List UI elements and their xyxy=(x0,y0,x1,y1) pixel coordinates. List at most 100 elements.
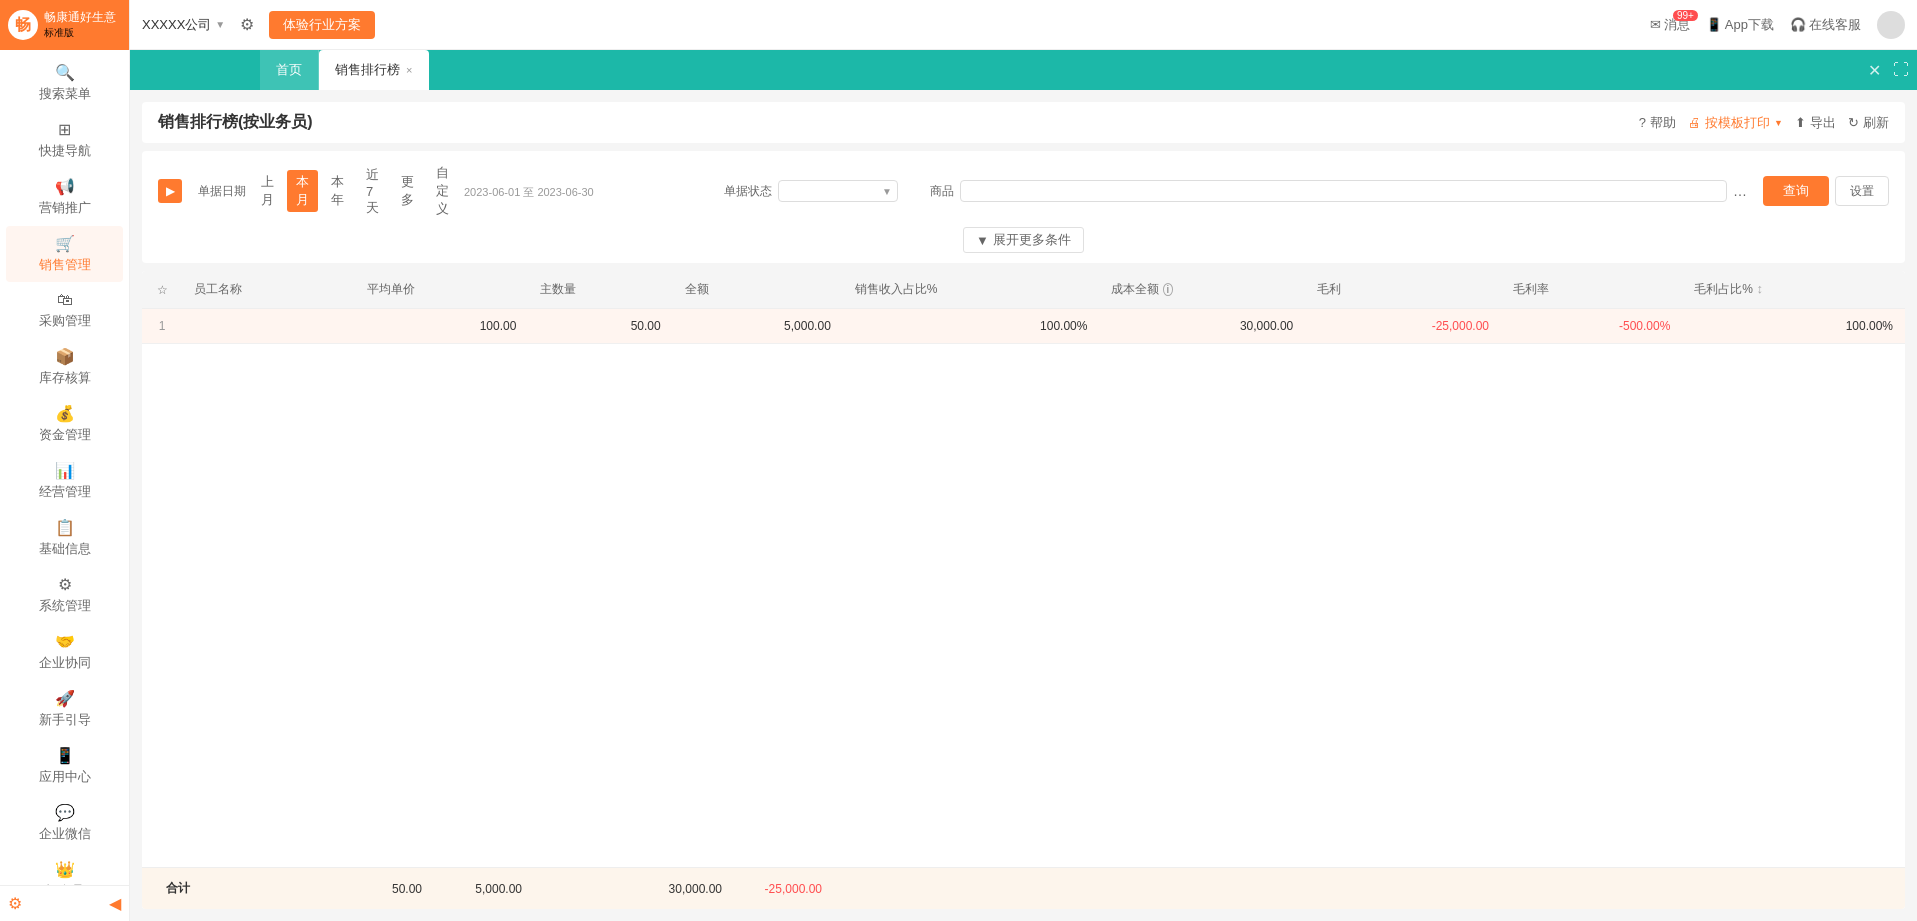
template-print-label: 按模板打印 xyxy=(1705,114,1770,132)
footer-row: 合计 50.00 5,000.00 30,000.00 -25,000.00 xyxy=(154,876,1893,901)
sidebar-item-inventory-label: 库存核算 xyxy=(39,369,91,387)
date-tab-prev[interactable]: 上月 xyxy=(252,170,283,212)
search-btn[interactable]: 查询 xyxy=(1763,176,1829,206)
gross-pct-sort-icon[interactable]: ↕ xyxy=(1756,281,1763,296)
settings-btn[interactable]: 设置 xyxy=(1835,176,1889,206)
table-footer: 合计 50.00 5,000.00 30,000.00 -25,000.00 xyxy=(142,867,1905,909)
sidebar-item-finance-label: 资金管理 xyxy=(39,426,91,444)
tab-home[interactable]: 首页 xyxy=(260,50,319,90)
date-tab-7days[interactable]: 近7天 xyxy=(357,163,388,220)
status-select[interactable] xyxy=(778,180,898,202)
sidebar-item-basic[interactable]: 📋 基础信息 xyxy=(6,510,123,566)
filter-buttons: 查询 设置 xyxy=(1763,176,1889,206)
newbie-icon: 🚀 xyxy=(55,689,75,708)
col-avg-price: 平均单价 xyxy=(355,271,528,309)
sidebar-item-marketing[interactable]: 📢 营销推广 xyxy=(6,169,123,225)
date-tab-year[interactable]: 本年 xyxy=(322,170,353,212)
logo-text: 畅康通好生意 xyxy=(44,10,116,26)
marketing-icon: 📢 xyxy=(55,177,75,196)
col-qty: 主数量 xyxy=(528,271,672,309)
sidebar-item-purchase[interactable]: 🛍 采购管理 xyxy=(6,283,123,338)
sidebar-item-basic-label: 基础信息 xyxy=(39,540,91,558)
sidebar-item-newbie-label: 新手引导 xyxy=(39,711,91,729)
sidebar-item-search-label: 搜索菜单 xyxy=(39,85,91,103)
data-table: ☆ 员工名称 平均单价 主数量 全额 销售收入占比% 成本全额 i 毛利 毛利率… xyxy=(142,271,1905,344)
sidebar-collapse-icon[interactable]: ◀ xyxy=(109,894,121,913)
sidebar-item-search[interactable]: 🔍 搜索菜单 xyxy=(6,55,123,111)
sidebar-item-marketing-label: 营销推广 xyxy=(39,199,91,217)
template-print-btn[interactable]: 🖨 按模板打印 ▼ xyxy=(1688,114,1783,132)
goods-filter: 商品 … xyxy=(930,180,1747,202)
cell-cost: 30,000.00 xyxy=(1099,309,1305,344)
cell-gross-pct: 100.00% xyxy=(1682,309,1905,344)
sidebar-item-member[interactable]: 👑 畅会员 xyxy=(6,852,123,885)
purchase-icon: 🛍 xyxy=(57,291,73,309)
sidebar-item-app-center[interactable]: 📱 应用中心 xyxy=(6,738,123,794)
cell-gross: -25,000.00 xyxy=(1305,309,1501,344)
tabbar-right: ✕ ⛶ xyxy=(1868,61,1917,80)
more-conditions-label: 展开更多条件 xyxy=(993,231,1071,249)
message-btn[interactable]: ✉ 消息 99+ xyxy=(1650,16,1690,34)
date-tab-cur[interactable]: 本月 xyxy=(287,170,318,212)
sidebar-item-finance[interactable]: 💰 资金管理 xyxy=(6,396,123,452)
filter-area: ▶ 单据日期 上月 本月 本年 xyxy=(142,151,1905,263)
sidebar-item-collab[interactable]: 🤝 企业协同 xyxy=(6,624,123,680)
app-center-icon: 📱 xyxy=(55,746,75,765)
filter-toggle-icon: ▶ xyxy=(166,184,175,198)
sidebar-item-operation-label: 经营管理 xyxy=(39,483,91,501)
service-icon: 🎧 xyxy=(1790,17,1806,32)
sidebar-item-inventory[interactable]: 📦 库存核算 xyxy=(6,339,123,395)
company-selector[interactable]: XXXXX公司 ▼ xyxy=(142,16,225,34)
goods-input[interactable] xyxy=(960,180,1727,202)
user-avatar[interactable] xyxy=(1877,11,1905,39)
date-tab-custom[interactable]: 自定义 xyxy=(427,161,458,221)
filter-toggle-btn[interactable]: ▶ xyxy=(158,179,182,203)
filter-row: ▶ 单据日期 上月 本月 本年 xyxy=(158,161,1889,221)
refresh-btn[interactable]: ↻ 刷新 xyxy=(1848,114,1889,132)
more-conditions-btn[interactable]: ▼ 展开更多条件 xyxy=(963,227,1084,253)
sidebar-item-quick-nav[interactable]: ⊞ 快捷导航 xyxy=(6,112,123,168)
sidebar-item-purchase-label: 采购管理 xyxy=(39,312,91,330)
service-label: 在线客服 xyxy=(1809,16,1861,34)
cost-info-icon[interactable]: i xyxy=(1163,283,1173,296)
sidebar-item-wechat[interactable]: 💬 企业微信 xyxy=(6,795,123,851)
app-download-btn[interactable]: 📱 App下载 xyxy=(1706,16,1774,34)
more-conditions-row: ▼ 展开更多条件 xyxy=(158,227,1889,253)
help-icon: ? xyxy=(1639,115,1646,130)
search-icon: 🔍 xyxy=(55,63,75,82)
footer-qty: 50.00 xyxy=(354,878,434,900)
cell-gross-rate: -500.00% xyxy=(1501,309,1682,344)
quick-nav-icon: ⊞ xyxy=(58,120,71,139)
basic-icon: 📋 xyxy=(55,518,75,537)
date-filter: 单据日期 上月 本月 本年 近7天 xyxy=(198,161,692,221)
wechat-icon: 💬 xyxy=(55,803,75,822)
sidebar-item-collab-label: 企业协同 xyxy=(39,654,91,672)
sidebar-item-operation[interactable]: 📊 经营管理 xyxy=(6,453,123,509)
tab-sales-ranking[interactable]: 销售排行榜 × xyxy=(319,50,429,90)
goods-more-icon[interactable]: … xyxy=(1733,183,1747,199)
col-name: 员工名称 xyxy=(182,271,355,309)
date-tab-more[interactable]: 更多 xyxy=(392,170,423,212)
tab-restore-icon[interactable]: ⛶ xyxy=(1893,61,1909,79)
topbar-settings-btn[interactable]: ⚙ xyxy=(233,11,261,39)
sidebar-item-system[interactable]: ⚙ 系统管理 xyxy=(6,567,123,623)
sidebar-item-sales[interactable]: 🛒 销售管理 xyxy=(6,226,123,282)
date-tabs: 上月 本月 本年 近7天 更多 xyxy=(252,161,458,221)
sidebar-bottom: ⚙ ◀ xyxy=(0,885,129,921)
export-btn[interactable]: ⬆ 导出 xyxy=(1795,114,1836,132)
tab-home-label: 首页 xyxy=(276,61,302,79)
sidebar-logo: 畅 畅康通好生意 标准版 xyxy=(0,0,129,50)
footer-label: 合计 xyxy=(154,876,354,901)
sidebar-item-app-center-label: 应用中心 xyxy=(39,768,91,786)
tab-close-window-icon[interactable]: ✕ xyxy=(1868,61,1881,80)
sidebar-item-newbie[interactable]: 🚀 新手引导 xyxy=(6,681,123,737)
cell-amount: 5,000.00 xyxy=(673,309,843,344)
sidebar-settings-icon[interactable]: ⚙ xyxy=(8,894,22,913)
tab-close-icon[interactable]: × xyxy=(406,64,412,76)
help-btn[interactable]: ? 帮助 xyxy=(1639,114,1676,132)
col-amount: 全额 xyxy=(673,271,843,309)
status-label: 单据状态 xyxy=(724,183,772,200)
status-filter: 单据状态 ▼ xyxy=(724,180,898,202)
trial-btn[interactable]: 体验行业方案 xyxy=(269,11,375,39)
online-service-btn[interactable]: 🎧 在线客服 xyxy=(1790,16,1861,34)
